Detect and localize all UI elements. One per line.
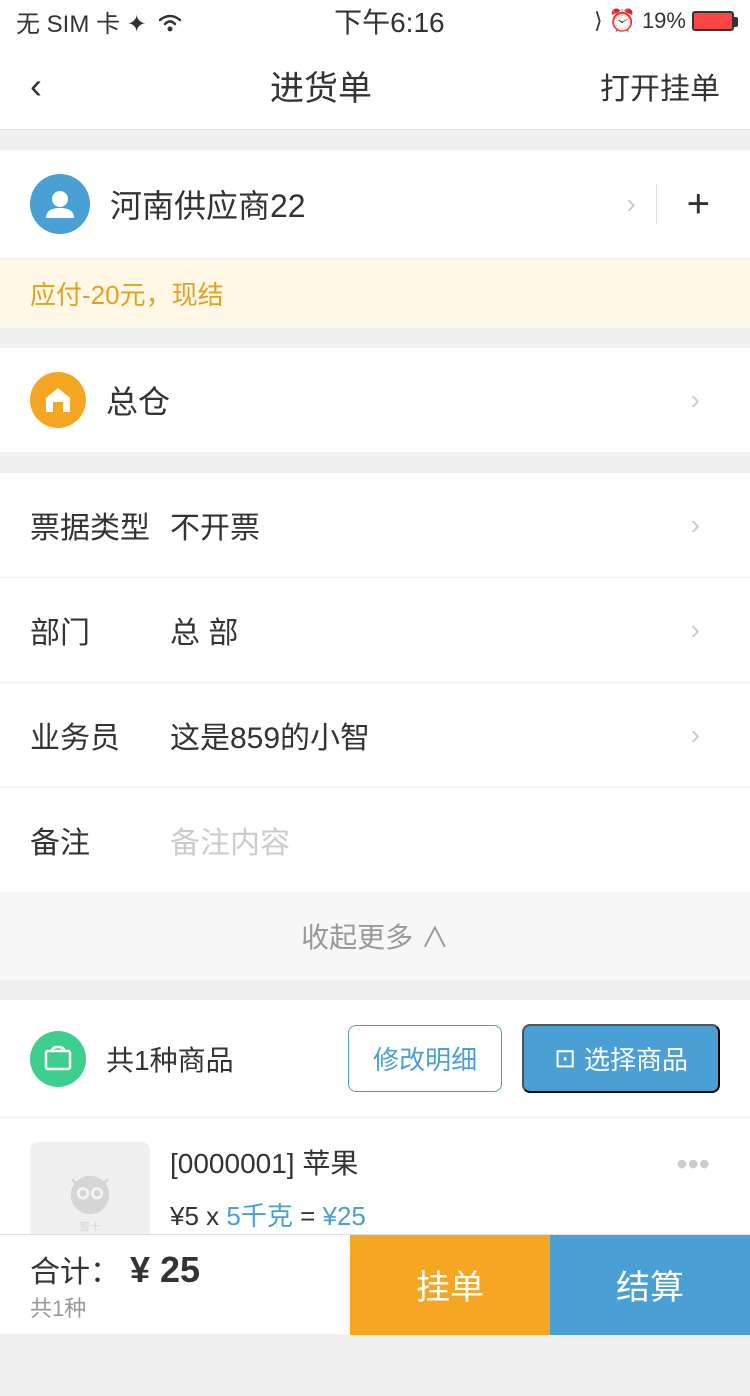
supplier-row: 河南供应商22 › + xyxy=(0,150,750,259)
ticket-type-label: 票据类型 xyxy=(30,503,170,547)
hang-button[interactable]: 挂单 xyxy=(350,1235,550,1335)
staff-row[interactable]: 业务员 这是859的小智 › xyxy=(0,682,750,787)
product-name: [0000001] 苹果 xyxy=(170,1142,646,1182)
bottom-bar: 合计： ¥ 25 共1种 挂单 结算 xyxy=(0,1234,750,1334)
staff-chevron-icon: › xyxy=(691,719,700,751)
ticket-type-chevron-icon: › xyxy=(691,509,700,541)
collapse-more-button[interactable]: 收起更多 ∧ xyxy=(0,892,750,980)
products-count: 共1种商品 xyxy=(106,1039,328,1079)
price-equals: = xyxy=(300,1201,322,1231)
dept-row[interactable]: 部门 总 部 › xyxy=(0,577,750,682)
product-more-button[interactable]: ••• xyxy=(666,1142,720,1187)
gap-4 xyxy=(0,980,750,1000)
dept-chevron-icon: › xyxy=(691,614,700,646)
person-icon xyxy=(42,186,78,222)
open-pending-button[interactable]: 打开挂单 xyxy=(600,64,720,108)
location-icon: ⟩ xyxy=(594,8,603,34)
checkout-button[interactable]: 结算 xyxy=(550,1235,750,1335)
wifi-icon xyxy=(155,10,185,32)
product-price-row: ¥5 x 5千克 = ¥25 xyxy=(170,1196,646,1233)
remark-placeholder: 备注内容 xyxy=(170,818,720,862)
notice-bar: 应付-20元，现结 xyxy=(0,259,750,328)
warehouse-icon xyxy=(30,372,86,428)
status-right: ⟩ ⏰ 19% xyxy=(594,8,734,34)
add-supplier-button[interactable]: + xyxy=(677,182,720,227)
staff-label: 业务员 xyxy=(30,713,170,757)
total-amount: ¥ 25 xyxy=(130,1249,200,1291)
ticket-type-row[interactable]: 票据类型 不开票 › xyxy=(0,472,750,577)
total-label: 合计： xyxy=(30,1247,120,1291)
checkout-label: 结算 xyxy=(616,1260,684,1309)
hang-label: 挂单 xyxy=(416,1260,484,1309)
battery-icon xyxy=(692,11,734,31)
nav-bar: ‹ 进货单 打开挂单 xyxy=(0,42,750,130)
product-qty: 5千克 xyxy=(226,1201,292,1231)
warehouse-chevron-icon: › xyxy=(691,384,700,416)
products-header: 共1种商品 修改明细 ⊡ 选择商品 xyxy=(0,1000,750,1117)
status-left: 无 SIM 卡 ✦ xyxy=(16,4,185,39)
dept-label: 部门 xyxy=(30,608,170,652)
status-bar: 无 SIM 卡 ✦ 下午6:16 ⟩ ⏰ 19% xyxy=(0,0,750,42)
staff-value: 这是859的小智 xyxy=(170,713,691,757)
unit-price: ¥5 xyxy=(170,1201,199,1231)
supplier-section: 河南供应商22 › + 应付-20元，现结 xyxy=(0,150,750,328)
products-icon xyxy=(30,1031,86,1087)
gap-3 xyxy=(0,452,750,472)
supplier-name[interactable]: 河南供应商22 xyxy=(110,181,626,227)
remark-label: 备注 xyxy=(30,818,170,862)
collapse-label: 收起更多 ∧ xyxy=(301,922,449,953)
price-multiply: x xyxy=(206,1201,226,1231)
product-code: [0000001] xyxy=(170,1148,295,1179)
select-product-button[interactable]: ⊡ 选择商品 xyxy=(522,1024,720,1093)
warehouse-row[interactable]: 总仓 › xyxy=(0,348,750,452)
ticket-type-value: 不开票 xyxy=(170,503,691,547)
select-product-label: 选择商品 xyxy=(584,1040,688,1077)
product-default-icon: 暂十 xyxy=(55,1167,125,1237)
form-section: 票据类型 不开票 › 部门 总 部 › 业务员 这是859的小智 › 备注 备注… xyxy=(0,472,750,892)
supplier-avatar xyxy=(30,174,90,234)
dept-value: 总 部 xyxy=(170,608,691,652)
notice-text: 应付-20元，现结 xyxy=(30,280,224,310)
gap-2 xyxy=(0,328,750,348)
total-main: 合计： ¥ 25 xyxy=(30,1247,320,1291)
product-title-name: 苹果 xyxy=(302,1148,358,1179)
battery-percent: 19% xyxy=(642,8,686,34)
back-button[interactable]: ‹ xyxy=(30,65,42,107)
home-icon xyxy=(42,384,74,416)
warehouse-name: 总仓 xyxy=(106,377,691,423)
total-sub: 共1种 xyxy=(30,1291,320,1323)
page-title: 进货单 xyxy=(270,61,372,110)
supplier-chevron-icon: › xyxy=(626,188,635,220)
product-total: ¥25 xyxy=(323,1201,366,1231)
remark-row[interactable]: 备注 备注内容 xyxy=(0,787,750,892)
total-section: 合计： ¥ 25 共1种 xyxy=(0,1247,350,1323)
divider xyxy=(656,184,657,224)
alarm-icon: ⏰ xyxy=(609,8,636,34)
status-time: 下午6:16 xyxy=(334,1,445,41)
gap-1 xyxy=(0,130,750,150)
sim-label: 无 SIM 卡 ✦ xyxy=(16,4,147,39)
svg-text:暂十: 暂十 xyxy=(80,1220,101,1233)
product-info: [0000001] 苹果 ¥5 x 5千克 = ¥25 xyxy=(170,1142,646,1233)
select-product-icon: ⊡ xyxy=(554,1043,576,1074)
cart-icon xyxy=(42,1043,74,1075)
edit-detail-button[interactable]: 修改明细 xyxy=(348,1025,502,1092)
